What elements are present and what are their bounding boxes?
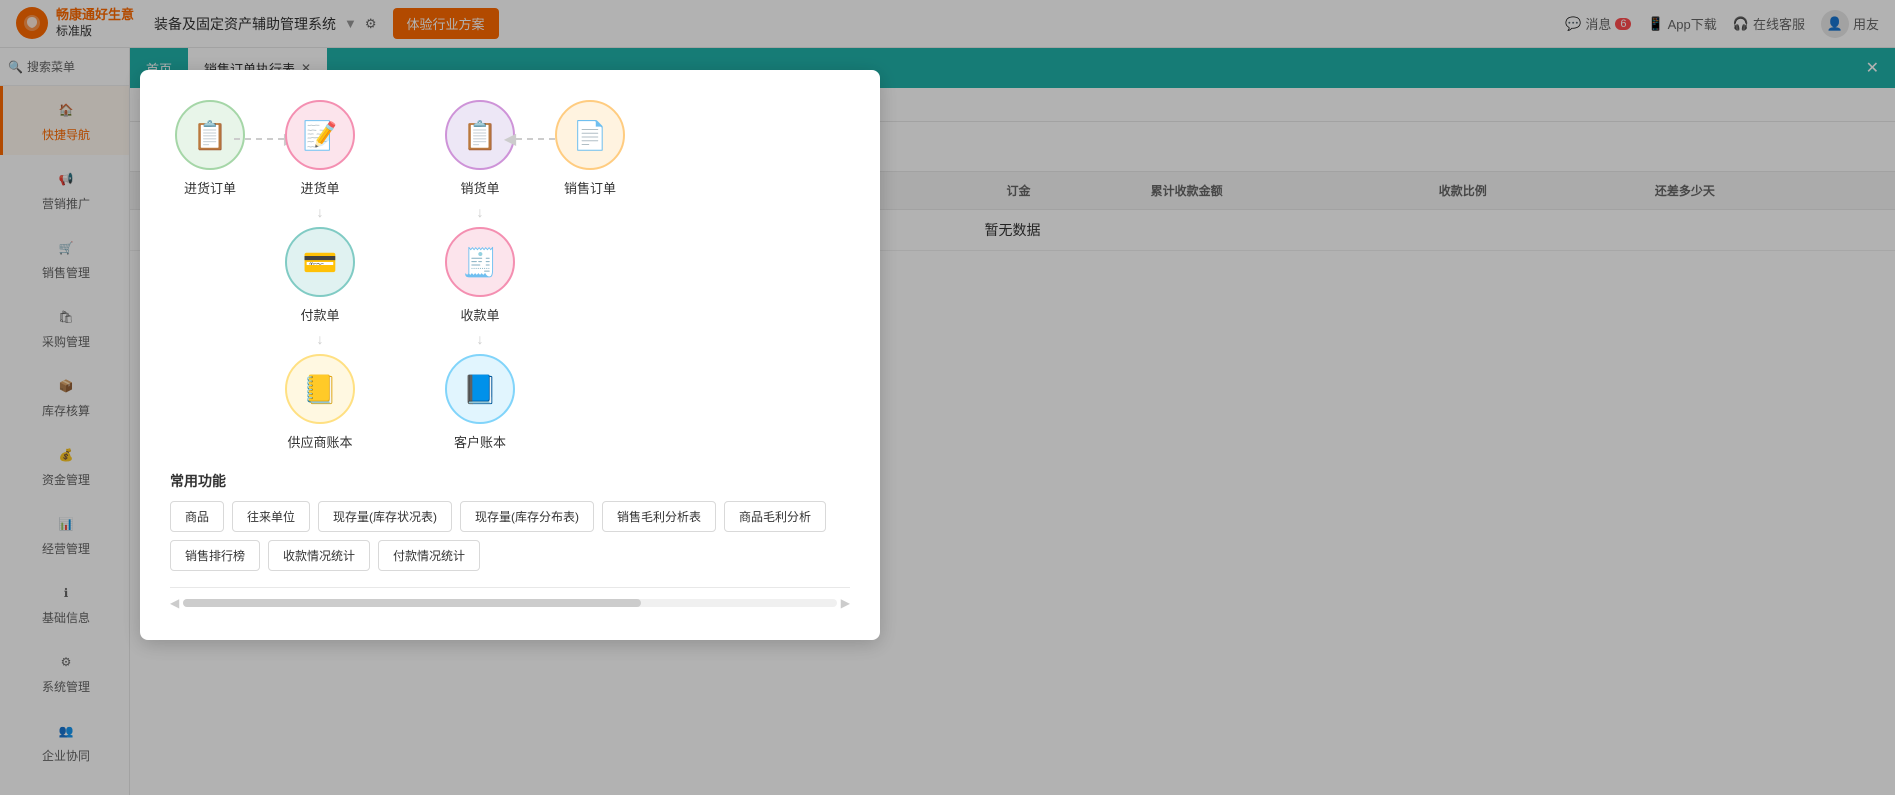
flow-receipt-slip[interactable]: 🧾 收款单 (445, 227, 515, 324)
flow-customer-account[interactable]: 📘 客户账本 (445, 354, 515, 451)
scroll-right-icon[interactable]: ▶ (841, 596, 850, 610)
flow-sale-order[interactable]: 📄 销售订单 (555, 100, 625, 197)
btn-payment-stats[interactable]: 付款情况统计 (378, 540, 480, 571)
flow-supplier-account[interactable]: 📒 供应商账本 (285, 354, 355, 451)
btn-sales-profit[interactable]: 销售毛利分析表 (602, 501, 716, 532)
arrow-v2: ↓ (477, 204, 484, 220)
customer-account-icon: 📘 (445, 354, 515, 424)
flow-diagram: 📋 进货订单 ▶ 📝 进货单 📋 销货单 ◀ 📄 销售订单 (170, 100, 850, 451)
flow-payment-slip[interactable]: 💳 付款单 (285, 227, 355, 324)
btn-stock-status[interactable]: 现存量(库存状况表) (318, 501, 452, 532)
sale-order-icon: 📄 (555, 100, 625, 170)
btn-sales-rank[interactable]: 销售排行榜 (170, 540, 260, 571)
common-functions-title: 常用功能 (170, 471, 850, 491)
scrollbar-thumb[interactable] (183, 599, 640, 607)
modal-overlay[interactable]: 📋 进货订单 ▶ 📝 进货单 📋 销货单 ◀ 📄 销售订单 (0, 0, 1895, 795)
purchase-slip-icon: 📝 (285, 100, 355, 170)
arrow-v3: ↓ (317, 331, 324, 347)
quick-nav-modal: 📋 进货订单 ▶ 📝 进货单 📋 销货单 ◀ 📄 销售订单 (140, 70, 880, 640)
supplier-account-icon: 📒 (285, 354, 355, 424)
btn-product-profit[interactable]: 商品毛利分析 (724, 501, 826, 532)
common-buttons-row2: 销售排行榜 收款情况统计 付款情况统计 (170, 540, 850, 571)
arrow-v4: ↓ (477, 331, 484, 347)
payment-slip-icon: 💳 (285, 227, 355, 297)
btn-partner[interactable]: 往来单位 (232, 501, 310, 532)
receipt-slip-icon: 🧾 (445, 227, 515, 297)
arrow-v1: ↓ (317, 204, 324, 220)
flow-purchase-slip[interactable]: 📝 进货单 (285, 100, 355, 197)
btn-receipt-stats[interactable]: 收款情况统计 (268, 540, 370, 571)
btn-product[interactable]: 商品 (170, 501, 224, 532)
modal-scroll-area: ◀ ▶ (170, 587, 850, 610)
common-buttons: 商品 往来单位 现存量(库存状况表) 现存量(库存分布表) 销售毛利分析表 商品… (170, 501, 850, 532)
scroll-left-icon[interactable]: ◀ (170, 596, 179, 610)
btn-stock-dist[interactable]: 现存量(库存分布表) (460, 501, 594, 532)
